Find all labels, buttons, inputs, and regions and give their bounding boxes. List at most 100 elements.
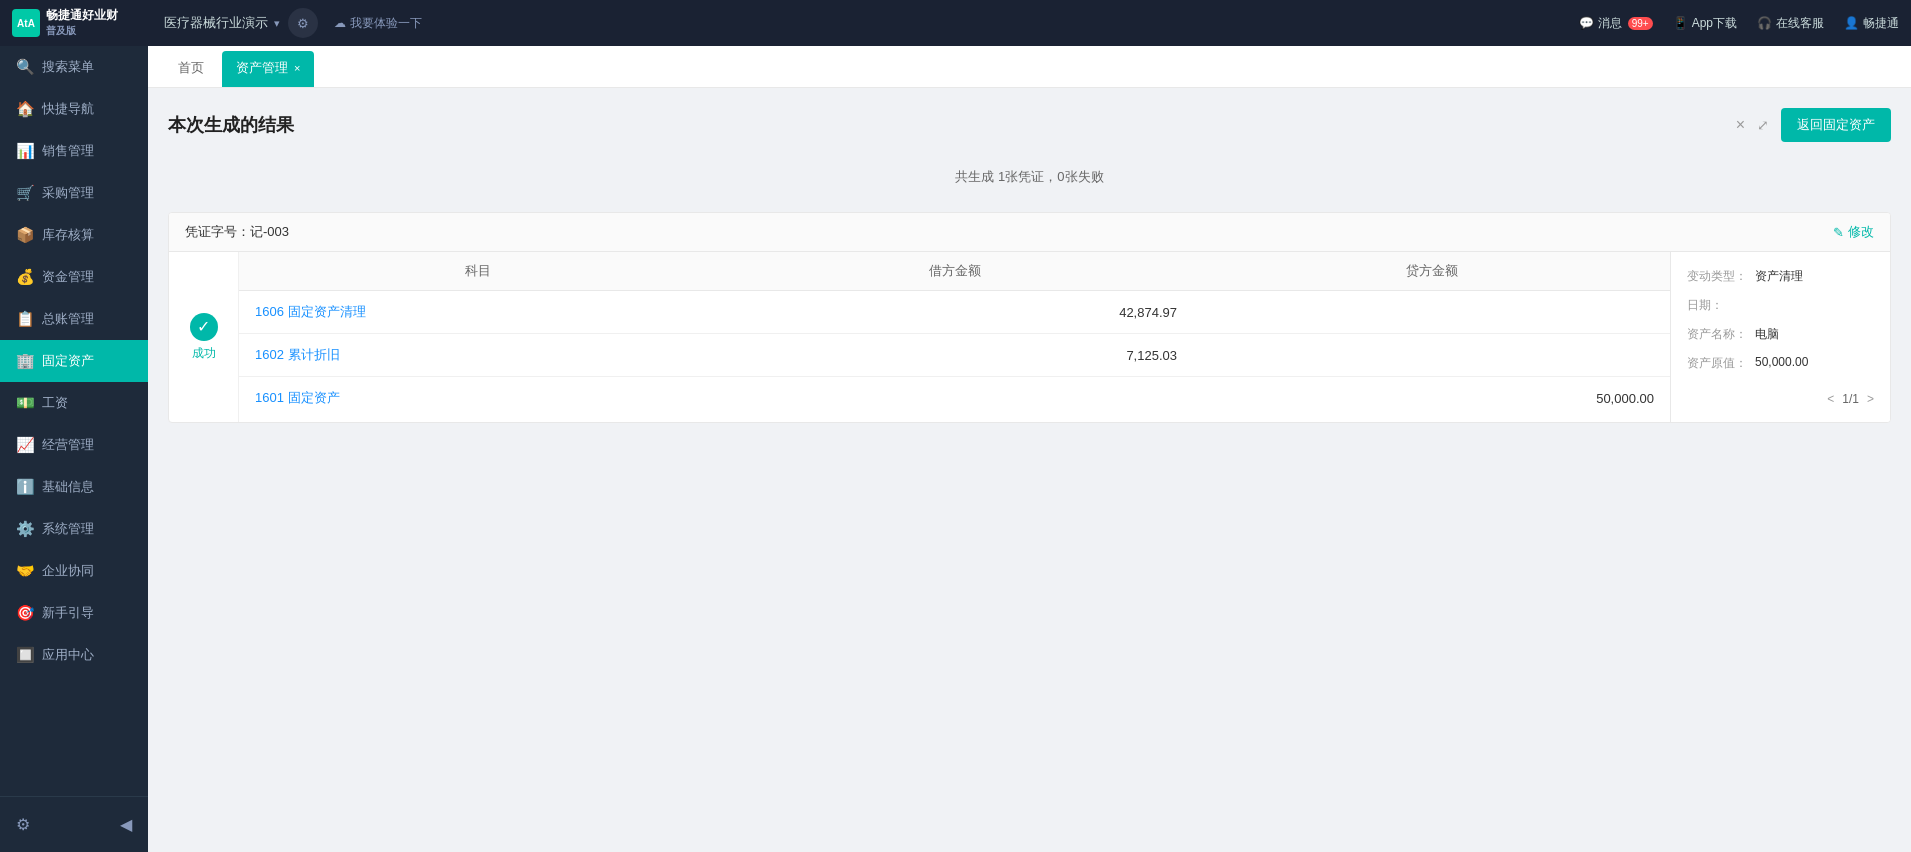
sidebar-item-fixed[interactable]: 🏢 固定资产 (0, 340, 148, 382)
inventory-icon: 📦 (16, 226, 34, 244)
subject-cell-2[interactable]: 1601 固定资产 (239, 377, 716, 419)
tab-asset-mgmt-label: 资产管理 (236, 59, 288, 77)
voucher-number: 凭证字号：记-003 (185, 223, 289, 241)
message-badge: 99+ (1628, 17, 1653, 30)
logo-texts: 畅捷通好业财 普及版 (46, 8, 118, 38)
user-label: 畅捷通 (1863, 15, 1899, 32)
return-button[interactable]: 返回固定资产 (1781, 108, 1891, 142)
message-icon: 💬 (1579, 16, 1594, 30)
logo-name: 畅捷通好业财 (46, 8, 118, 24)
apps-icon: 🔲 (16, 646, 34, 664)
sidebar-label-search: 搜索菜单 (42, 58, 94, 76)
credit-cell-0 (1193, 300, 1670, 324)
sidebar-label-inventory: 库存核算 (42, 226, 94, 244)
user-menu[interactable]: 👤 畅捷通 (1844, 15, 1899, 32)
table-row: 1606 固定资产清理 42,874.97 (239, 291, 1670, 334)
tab-home-label: 首页 (178, 60, 204, 75)
sidebar-item-quicknav[interactable]: 🏠 快捷导航 (0, 88, 148, 130)
close-panel-icon[interactable]: × (1736, 116, 1745, 134)
company-arrow-icon: ▾ (274, 17, 280, 30)
summary-bar: 共生成 1张凭证，0张失败 (168, 158, 1891, 196)
debit-cell-1: 7,125.03 (716, 336, 1193, 375)
sidebar-item-operations[interactable]: 📈经营管理 (0, 424, 148, 466)
asset-name-row: 资产名称： 电脑 (1687, 326, 1874, 343)
logo-sub: 普及版 (46, 24, 118, 38)
company-name: 医疗器械行业演示 (164, 14, 268, 32)
sidebar-item-system[interactable]: ⚙️系统管理 (0, 508, 148, 550)
sidebar-item-apps[interactable]: 🔲 应用中心 (0, 634, 148, 676)
app-download-label: App下载 (1692, 15, 1737, 32)
message-button[interactable]: 💬 消息 99+ (1579, 15, 1653, 32)
sidebar-item-sales[interactable]: 📊销售管理 (0, 130, 148, 172)
sidebar-item-basic[interactable]: ℹ️ 基础信息 (0, 466, 148, 508)
salary-icon: 💵 (16, 394, 34, 412)
sidebar-item-ledger[interactable]: 📋 总账管理 (0, 298, 148, 340)
funds-icon: 💰 (16, 268, 34, 286)
online-service-button[interactable]: 🎧 在线客服 (1757, 15, 1824, 32)
voucher-table-area: ✓ 成功 科目 借方金额 贷方金额 1606 固定资产清理 42,874.97 (169, 252, 1890, 422)
logo-icon: AtA (12, 9, 40, 37)
experience-button[interactable]: ☁ 我要体验一下 (334, 15, 422, 32)
sidebar-bottom: ⚙ ◀ (0, 796, 148, 852)
sidebar-label-basic: 基础信息 (42, 478, 94, 496)
basic-icon: ℹ️ (16, 478, 34, 496)
sidebar-label-sales: 销售管理 (42, 142, 94, 160)
sidebar-label-fixed: 固定资产 (42, 352, 94, 370)
change-type-value: 资产清理 (1755, 268, 1803, 285)
voucher-table: 科目 借方金额 贷方金额 1606 固定资产清理 42,874.97 1602 … (239, 252, 1670, 422)
col-subject: 科目 (239, 252, 716, 290)
sidebar-item-salary[interactable]: 💵工资 (0, 382, 148, 424)
user-icon: 👤 (1844, 16, 1859, 30)
tab-close-icon[interactable]: × (294, 62, 300, 74)
page-title: 本次生成的结果 (168, 113, 294, 137)
enterprise-icon: 🤝 (16, 562, 34, 580)
sidebar-label-apps: 应用中心 (42, 646, 94, 664)
quicknav-icon: 🏠 (16, 100, 34, 118)
headset-icon: 🎧 (1757, 16, 1772, 30)
gear-icon: ⚙ (297, 16, 309, 31)
sidebar-label-operations: 经营管理 (42, 436, 94, 454)
settings-button[interactable]: ⚙ (288, 8, 318, 38)
content-area: 首页 资产管理 × 本次生成的结果 × ⤢ 返回固定资产 共生成 1张 (148, 46, 1911, 852)
debit-cell-0: 42,874.97 (716, 293, 1193, 332)
sidebar-item-search[interactable]: 🔍搜索菜单 (0, 46, 148, 88)
sidebar-item-funds[interactable]: 💰资金管理 (0, 256, 148, 298)
sidebar-item-purchase[interactable]: 🛒采购管理 (0, 172, 148, 214)
table-row: 1602 累计折旧 7,125.03 (239, 334, 1670, 377)
purchase-icon: 🛒 (16, 184, 34, 202)
tab-asset-mgmt[interactable]: 资产管理 × (222, 51, 314, 87)
credit-cell-1 (1193, 343, 1670, 367)
asset-name-value: 电脑 (1755, 326, 1779, 343)
page-content: 本次生成的结果 × ⤢ 返回固定资产 共生成 1张凭证，0张失败 凭证字号：记-… (148, 88, 1911, 852)
app-download-button[interactable]: 📱 App下载 (1673, 15, 1737, 32)
sidebar-label-ledger: 总账管理 (42, 310, 94, 328)
credit-cell-2: 50,000.00 (1193, 379, 1670, 418)
phone-icon: 📱 (1673, 16, 1688, 30)
sidebar-item-enterprise[interactable]: 🤝企业协同 (0, 550, 148, 592)
collapse-icon[interactable]: ◀ (120, 815, 132, 834)
edit-label: 修改 (1848, 223, 1874, 241)
guide-icon: 🎯 (16, 604, 34, 622)
sidebar-scroll: 🔍搜索菜单 🏠 快捷导航 📊销售管理🛒采购管理 📦 库存核算 💰资金管理 📋 总账管理 🏢 固定资产… (0, 46, 148, 796)
ledger-icon: 📋 (16, 310, 34, 328)
next-page-button[interactable]: > (1867, 392, 1874, 406)
subject-cell-0[interactable]: 1606 固定资产清理 (239, 291, 716, 333)
status-col: ✓ 成功 (169, 252, 239, 422)
expand-icon[interactable]: ⤢ (1757, 117, 1769, 133)
prev-page-button[interactable]: < (1827, 392, 1834, 406)
side-panel: 变动类型： 资产清理 日期： 资产名称： 电脑 资产原值： (1670, 252, 1890, 422)
edit-button[interactable]: ✎ 修改 (1833, 223, 1874, 241)
voucher-card: 凭证字号：记-003 ✎ 修改 ✓ 成功 (168, 212, 1891, 423)
sidebar-item-inventory[interactable]: 📦 库存核算 (0, 214, 148, 256)
fixed-icon: 🏢 (16, 352, 34, 370)
change-type-row: 变动类型： 资产清理 (1687, 268, 1874, 285)
tab-home[interactable]: 首页 (164, 51, 218, 87)
subject-cell-1[interactable]: 1602 累计折旧 (239, 334, 716, 376)
sidebar-item-guide[interactable]: 🎯新手引导 (0, 592, 148, 634)
sidebar-label-quicknav: 快捷导航 (42, 100, 94, 118)
company-selector[interactable]: 医疗器械行业演示 ▾ (164, 14, 280, 32)
table-header: 科目 借方金额 贷方金额 (239, 252, 1670, 291)
sidebar: 🔍搜索菜单 🏠 快捷导航 📊销售管理🛒采购管理 📦 库存核算 💰资金管理 📋 总账管理 🏢 固定资产… (0, 46, 148, 852)
online-service-label: 在线客服 (1776, 15, 1824, 32)
settings-bottom-icon[interactable]: ⚙ (16, 815, 30, 834)
